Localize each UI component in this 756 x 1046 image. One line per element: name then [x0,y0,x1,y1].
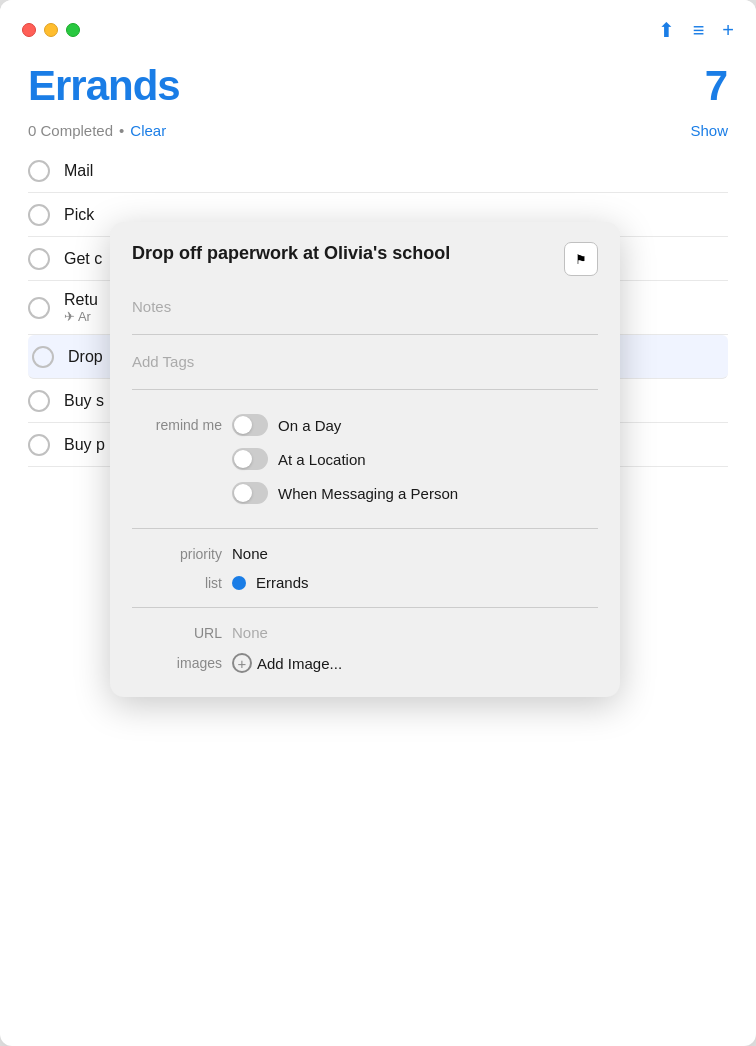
list-icon[interactable]: ≡ [693,19,705,42]
dot-separator: • [119,122,124,139]
page-count: 7 [705,62,728,110]
at-location-toggle[interactable] [232,448,268,470]
show-button[interactable]: Show [690,122,728,139]
main-content: Errands 7 0 Completed • Clear Show Mail … [0,52,756,1046]
divider [132,528,598,529]
page-header: Errands 7 [28,52,728,118]
list-item: Mail [28,149,728,193]
reminder-checkbox[interactable] [28,390,50,412]
url-value[interactable]: None [232,624,268,641]
on-day-label: On a Day [278,417,341,434]
list-label: list [132,575,222,591]
priority-row: priority None [132,539,598,568]
detail-title: Drop off paperwork at Olivia's school [132,242,450,265]
images-label: images [132,655,222,671]
list-row: list Errands [132,568,598,597]
divider [132,334,598,335]
remind-me-label: remind me [132,417,222,433]
divider [132,607,598,608]
app-window: ⬆ ≡ + Errands 7 0 Completed • Clear Show… [0,0,756,1046]
reminder-checkbox[interactable] [28,297,50,319]
notes-field[interactable]: Notes [132,290,598,324]
add-image-label: Add Image... [257,655,342,672]
page-title: Errands [28,62,180,110]
reminder-text: Mail [64,162,544,180]
location-icon: ✈ [64,309,75,324]
reminder-text: Pick [64,206,544,224]
reminder-checkbox[interactable] [28,248,50,270]
close-button[interactable] [22,23,36,37]
tags-field[interactable]: Add Tags [132,345,598,379]
divider [132,389,598,390]
at-location-label: At a Location [278,451,366,468]
reminder-checkbox[interactable] [28,160,50,182]
add-image-button[interactable]: + Add Image... [232,653,342,673]
add-image-icon: + [232,653,252,673]
list-color-dot [232,576,246,590]
toolbar: ⬆ ≡ + [658,18,734,42]
completed-label: 0 Completed [28,122,113,139]
completed-info: 0 Completed • Clear [28,122,166,139]
remind-me-section: remind me On a Day At a Location When Me… [132,400,598,518]
url-label: URL [132,625,222,641]
list-value[interactable]: Errands [256,574,309,591]
add-icon[interactable]: + [722,19,734,42]
reminder-checkbox[interactable] [28,204,50,226]
flag-button[interactable]: ⚑ [564,242,598,276]
url-row: URL None [132,618,598,647]
clear-button[interactable]: Clear [130,122,166,139]
completed-bar: 0 Completed • Clear Show [28,118,728,149]
reminder-checkbox[interactable] [32,346,54,368]
reminder-sublabel: ✈ Ar [64,309,98,324]
maximize-button[interactable] [66,23,80,37]
share-icon[interactable]: ⬆ [658,18,675,42]
priority-value[interactable]: None [232,545,268,562]
remind-at-location-row: At a Location [132,442,598,476]
reminder-checkbox[interactable] [28,434,50,456]
reminder-text: Retu [64,291,98,309]
when-messaging-label: When Messaging a Person [278,485,458,502]
detail-card: Drop off paperwork at Olivia's school ⚑ … [110,222,620,697]
priority-label: priority [132,546,222,562]
minimize-button[interactable] [44,23,58,37]
traffic-lights [22,23,80,37]
when-messaging-toggle[interactable] [232,482,268,504]
remind-on-day-row: remind me On a Day [132,408,598,442]
notes-placeholder: Notes [132,298,171,315]
tags-placeholder: Add Tags [132,353,194,370]
reminder-sublabel-row: Retu ✈ Ar [64,291,98,324]
title-bar: ⬆ ≡ + [0,0,756,52]
flag-icon: ⚑ [575,252,587,267]
images-row: images + Add Image... [132,647,598,679]
on-day-toggle[interactable] [232,414,268,436]
remind-when-messaging-row: When Messaging a Person [132,476,598,510]
detail-card-header: Drop off paperwork at Olivia's school ⚑ [132,242,598,276]
